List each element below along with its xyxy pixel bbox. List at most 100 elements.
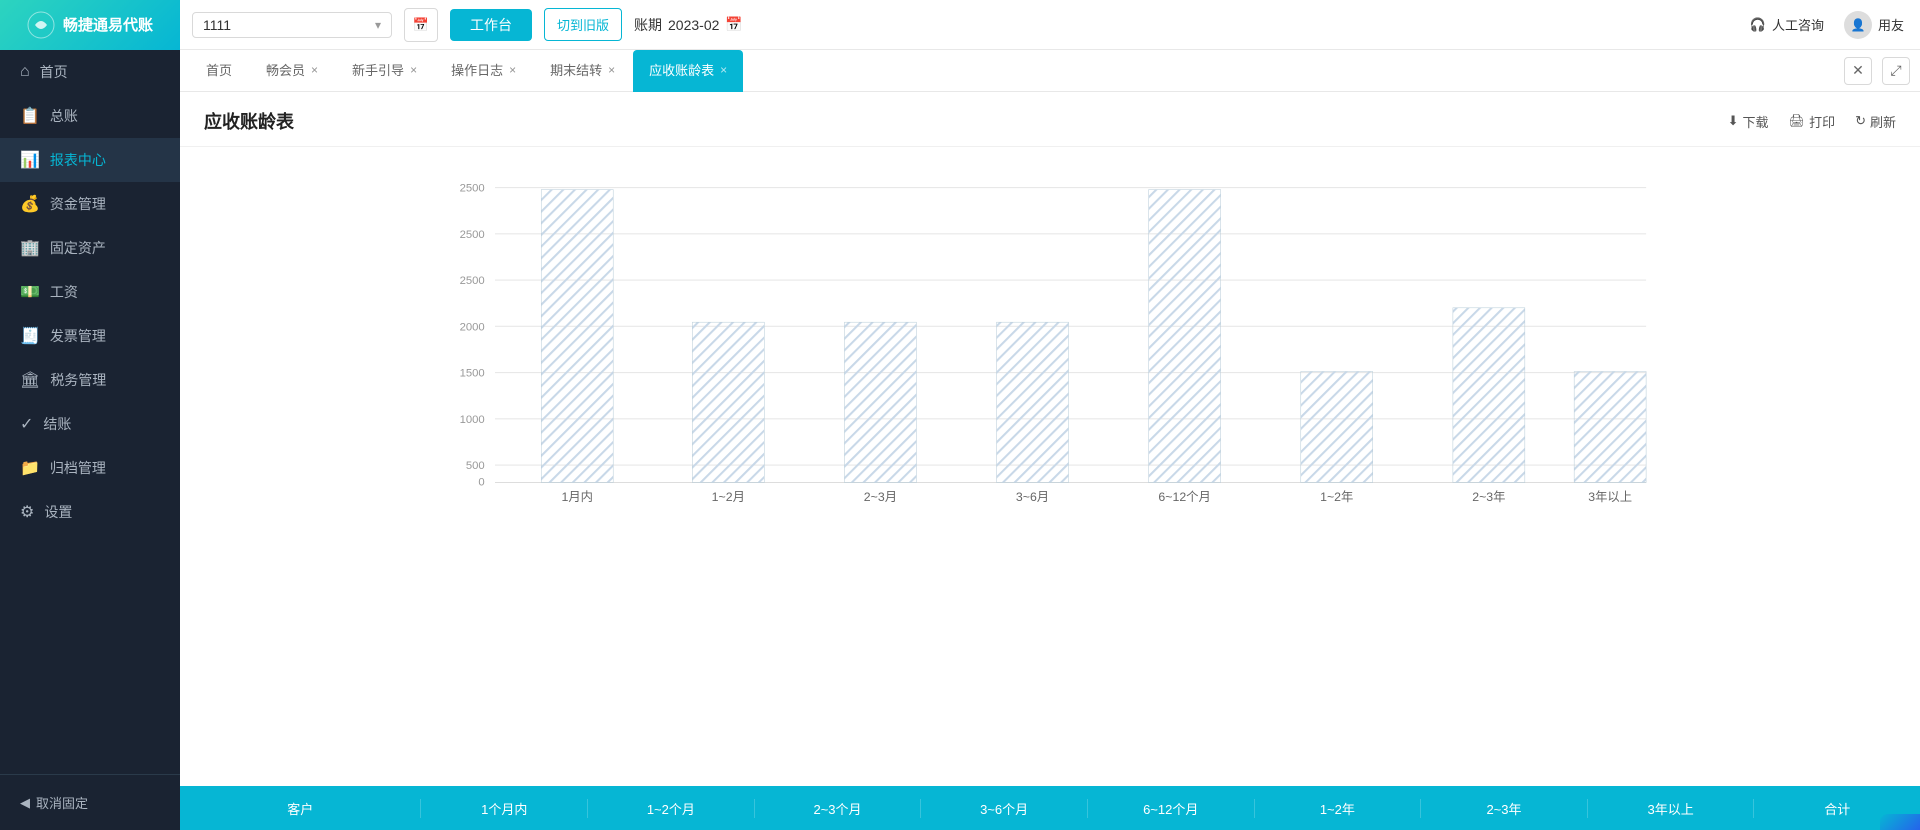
- tab-expand-button[interactable]: ⤢: [1882, 57, 1910, 85]
- sidebar-item-funds[interactable]: 💰 资金管理: [0, 182, 180, 226]
- svg-text:2500: 2500: [460, 183, 485, 195]
- tab-period-end[interactable]: 期末结转 ×: [534, 50, 631, 92]
- sidebar-item-home[interactable]: ⌂ 首页: [0, 50, 180, 94]
- svg-text:2500: 2500: [460, 229, 485, 241]
- chart-area: 2500 2500 2500 2000 1500 1000 500 0: [180, 147, 1920, 786]
- page-header: 应收账龄表 ⬇ 下载 🖨 打印 ↻ 刷新: [180, 92, 1920, 147]
- tab-oplog-label: 操作日志: [451, 60, 503, 79]
- calendar-icon: 📅: [413, 17, 429, 33]
- tab-home[interactable]: 首页: [190, 50, 248, 92]
- svg-text:1500: 1500: [460, 368, 485, 380]
- bar-3-6月: [997, 322, 1069, 482]
- company-selector[interactable]: 1111 ▾: [192, 12, 392, 38]
- svg-text:1000: 1000: [460, 414, 485, 426]
- cancel-fixed-button[interactable]: ◀ 取消固定: [0, 785, 180, 820]
- sidebar-item-settings[interactable]: ⚙设置: [0, 490, 180, 534]
- th-3year-above: 3年以上: [1588, 799, 1755, 818]
- logo-icon: [27, 11, 55, 39]
- funds-icon: 💰: [20, 194, 40, 214]
- svg-text:3~6月: 3~6月: [1016, 490, 1049, 504]
- assets-icon: 🏢: [20, 238, 40, 258]
- workbench-button[interactable]: 工作台: [450, 9, 532, 41]
- page-content: 应收账龄表 ⬇ 下载 🖨 打印 ↻ 刷新: [180, 92, 1920, 830]
- refresh-button[interactable]: ↻ 刷新: [1855, 112, 1896, 131]
- logo: 畅捷通易代账: [0, 0, 180, 50]
- refresh-label: 刷新: [1870, 112, 1896, 131]
- bar-2-3月: [844, 322, 916, 482]
- period-calendar-icon[interactable]: 📅: [725, 16, 742, 33]
- header-right: 🎧 人工咨询 👤 用友: [1750, 11, 1904, 39]
- sidebar-bottom: ◀ 取消固定: [0, 774, 180, 830]
- chart-svg: 2500 2500 2500 2000 1500 1000 500 0: [204, 167, 1896, 537]
- tab-actions: ✕ ⤢: [1844, 57, 1910, 85]
- tab-guide[interactable]: 新手引导 ×: [336, 50, 433, 92]
- sidebar-item-reports[interactable]: 📊报表中心: [0, 138, 180, 182]
- sidebar-item-archive[interactable]: 📁归档管理: [0, 446, 180, 490]
- sidebar-item-salary[interactable]: 💵工资: [0, 270, 180, 314]
- company-name: 1111: [203, 17, 367, 33]
- period-label: 账期: [634, 15, 662, 35]
- sidebar-item-label-invoice: 发票管理: [50, 326, 106, 346]
- sidebar-item-assets[interactable]: 🏢 固定资产: [0, 226, 180, 270]
- ai-badge[interactable]: [1880, 814, 1920, 830]
- sidebar-item-tax[interactable]: 🏛税务管理: [0, 358, 180, 402]
- print-icon: 🖨: [1789, 113, 1806, 129]
- tab-aging-close[interactable]: ×: [720, 64, 727, 76]
- sidebar-item-label-archive: 归档管理: [50, 458, 106, 478]
- consult-button[interactable]: 🎧 人工咨询: [1750, 15, 1824, 34]
- bar-1-2年: [1301, 372, 1373, 483]
- settings-icon: ⚙: [20, 502, 34, 522]
- tab-guide-close[interactable]: ×: [410, 64, 417, 76]
- chevron-down-icon: ▾: [375, 18, 381, 32]
- svg-text:0: 0: [478, 477, 484, 489]
- download-icon: ⬇: [1728, 113, 1739, 129]
- sidebar-item-label-home: 首页: [40, 62, 68, 82]
- sidebar-scroll: ⌂ 首页 📋 总账 📊报表中心 💰 资金管理 🏢 固定资产 💵工资 🧾 发票管理 🏛税务管理✓结账📁归档…: [0, 50, 180, 774]
- sidebar-item-label-ledger: 总账: [50, 106, 78, 126]
- sidebar-item-invoice[interactable]: 🧾 发票管理: [0, 314, 180, 358]
- cancel-fixed-icon: ◀: [20, 795, 30, 811]
- home-icon: ⌂: [20, 63, 30, 81]
- download-button[interactable]: ⬇ 下载: [1728, 112, 1769, 131]
- svg-text:2500: 2500: [460, 275, 485, 287]
- table-header: 客户 1个月内 1~2个月 2~3个月 3~6个月 6~12个月 1~2年 2~…: [180, 786, 1920, 830]
- tab-close-all-button[interactable]: ✕: [1844, 57, 1872, 85]
- sidebar-item-checkout[interactable]: ✓结账: [0, 402, 180, 446]
- th-1-2month: 1~2个月: [588, 799, 755, 818]
- download-label: 下载: [1743, 112, 1769, 131]
- tab-period-end-close[interactable]: ×: [608, 64, 615, 76]
- page-title: 应收账龄表: [204, 108, 294, 134]
- tab-oplog-close[interactable]: ×: [509, 64, 516, 76]
- tab-aging[interactable]: 应收账龄表 ×: [633, 50, 743, 92]
- sidebar-item-label-funds: 资金管理: [50, 194, 106, 214]
- consult-label: 人工咨询: [1772, 15, 1824, 34]
- top-header: 畅捷通易代账 1111 ▾ 📅 工作台 切到旧版 账期 2023-02 📅 🎧 …: [0, 0, 1920, 50]
- tab-member-close[interactable]: ×: [311, 64, 318, 76]
- tab-member-label: 畅会员: [266, 60, 305, 79]
- svg-text:2000: 2000: [460, 321, 485, 333]
- logo-text: 畅捷通易代账: [63, 14, 153, 35]
- print-button[interactable]: 🖨 打印: [1789, 112, 1836, 131]
- refresh-icon: ↻: [1855, 113, 1866, 129]
- svg-text:1~2年: 1~2年: [1320, 490, 1353, 504]
- sidebar-item-label-assets: 固定资产: [50, 238, 106, 258]
- th-2-3month: 2~3个月: [755, 799, 922, 818]
- period-area: 账期 2023-02 📅: [634, 15, 743, 35]
- tab-oplog[interactable]: 操作日志 ×: [435, 50, 532, 92]
- invoice-icon: 🧾: [20, 326, 40, 346]
- th-3-6month: 3~6个月: [921, 799, 1088, 818]
- tab-member[interactable]: 畅会员 ×: [250, 50, 334, 92]
- th-2-3year: 2~3年: [1421, 799, 1588, 818]
- calendar-button[interactable]: 📅: [404, 8, 438, 42]
- tab-bar: 首页 畅会员 × 新手引导 × 操作日志 × 期末结转 × 应收账龄表 ×: [180, 50, 1920, 92]
- sidebar-item-ledger[interactable]: 📋 总账: [0, 94, 180, 138]
- switch-old-button[interactable]: 切到旧版: [544, 8, 622, 41]
- checkout-icon: ✓: [20, 414, 33, 434]
- svg-text:1~2月: 1~2月: [712, 490, 745, 504]
- salary-icon: 💵: [20, 282, 40, 302]
- ledger-icon: 📋: [20, 106, 40, 126]
- print-label: 打印: [1809, 112, 1835, 131]
- user-area[interactable]: 👤 用友: [1844, 11, 1904, 39]
- th-1month: 1个月内: [421, 799, 588, 818]
- reports-icon: 📊: [20, 150, 40, 170]
